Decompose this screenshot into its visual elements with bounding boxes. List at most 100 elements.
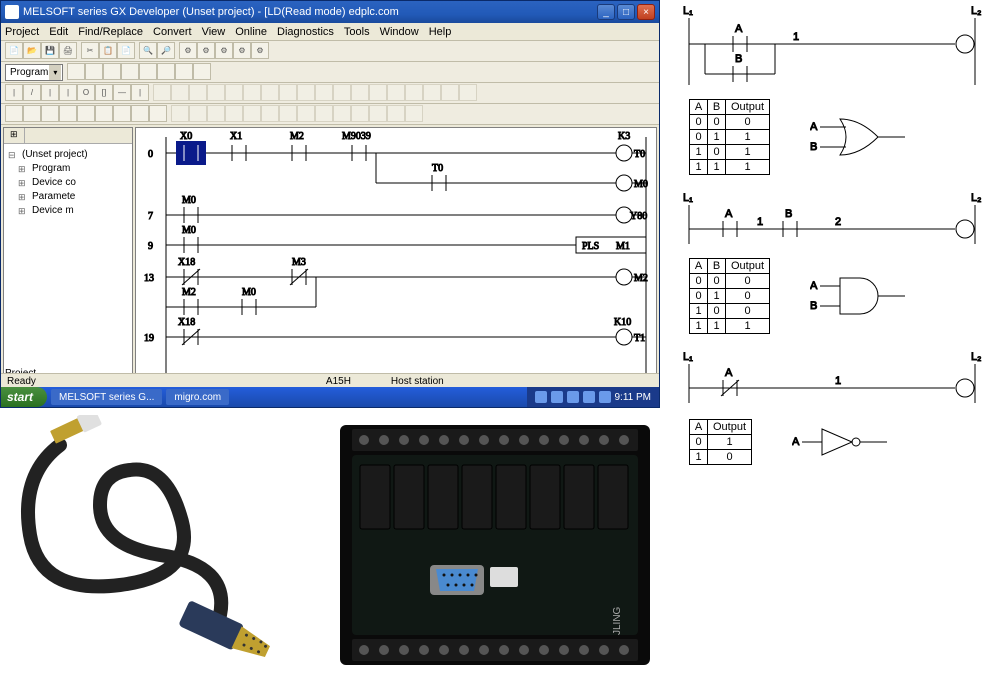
menu-edit[interactable]: Edit [49, 26, 68, 38]
toolbar-btn[interactable]: 🖨 [59, 42, 77, 59]
system-tray[interactable]: 9:11 PM [527, 387, 660, 407]
tree-item[interactable]: Device co [18, 176, 128, 190]
svg-text:L₂: L₂ [971, 192, 981, 204]
toolbar-btn[interactable]: ⚙ [251, 42, 269, 59]
toolbar-btn [261, 84, 279, 101]
svg-text:L₁: L₁ [683, 5, 693, 17]
taskbar-item[interactable]: MELSOFT series G... [51, 389, 162, 405]
tree-item[interactable]: Device m [18, 204, 128, 218]
ladder-editor[interactable]: 0 X0 X1 M2 M9039 K3 T0 [135, 127, 657, 387]
toolbar-btn [441, 84, 459, 101]
toolbar-btn[interactable] [23, 105, 41, 122]
svg-text:A: A [735, 23, 743, 35]
toolbar-btn[interactable]: 📂 [23, 42, 41, 59]
tree-item[interactable]: Program [18, 162, 128, 176]
close-button[interactable]: × [637, 4, 655, 20]
svg-text:M0: M0 [182, 225, 196, 236]
svg-text:9: 9 [148, 241, 153, 252]
toolbar-btn[interactable] [175, 63, 193, 80]
menu-window[interactable]: Window [380, 26, 419, 38]
toolbar-btn[interactable]: ⚙ [233, 42, 251, 59]
toolbar-btn[interactable] [5, 105, 23, 122]
svg-text:1: 1 [757, 216, 763, 228]
menu-project[interactable]: Project [5, 26, 39, 38]
project-tree[interactable]: ⊞ (Unset project) Program Device co Para… [3, 127, 133, 387]
toolbar-btn[interactable] [121, 63, 139, 80]
toolbar-btn [387, 105, 405, 122]
toolbar-btn[interactable]: ⚙ [179, 42, 197, 59]
tray-icon[interactable] [599, 391, 611, 403]
menu-find[interactable]: Find/Replace [78, 26, 143, 38]
menu-help[interactable]: Help [429, 26, 452, 38]
tray-icon[interactable] [551, 391, 563, 403]
menu-tools[interactable]: Tools [344, 26, 370, 38]
taskbar-item[interactable]: migro.com [166, 389, 229, 405]
menu-convert[interactable]: Convert [153, 26, 192, 38]
toolbar-btn [333, 84, 351, 101]
toolbar-btn[interactable]: — [113, 84, 131, 101]
toolbar-btn[interactable] [95, 105, 113, 122]
toolbar-btn[interactable] [41, 105, 59, 122]
svg-text:T1: T1 [634, 333, 645, 344]
menu-online[interactable]: Online [235, 26, 267, 38]
tree-item[interactable]: Paramete [18, 190, 128, 204]
svg-text:2: 2 [835, 216, 841, 228]
toolbar-btn[interactable]: 💾 [41, 42, 59, 59]
toolbar-btn [225, 84, 243, 101]
svg-text:B: B [810, 300, 817, 312]
toolbar-btn[interactable] [157, 63, 175, 80]
toolbar-btn [279, 105, 297, 122]
toolbar-btn[interactable]: ✂ [81, 42, 99, 59]
svg-text:A: A [725, 367, 733, 379]
tray-icon[interactable] [535, 391, 547, 403]
toolbar-btn[interactable]: | [41, 84, 59, 101]
toolbar-btn[interactable]: 📄 [5, 42, 23, 59]
tray-icon[interactable] [583, 391, 595, 403]
maximize-button[interactable]: □ [617, 4, 635, 20]
toolbar-btn[interactable]: ⚙ [215, 42, 233, 59]
toolbar-4 [1, 104, 659, 125]
toolbar-btn[interactable] [85, 63, 103, 80]
toolbar-btn[interactable] [149, 105, 167, 122]
toolbar-btn[interactable]: O [77, 84, 95, 101]
toolbar-btn[interactable]: 🔍 [139, 42, 157, 59]
tree-tab[interactable]: ⊞ [4, 128, 25, 143]
toolbar-btn[interactable] [67, 63, 85, 80]
toolbar-btn[interactable]: | [59, 84, 77, 101]
toolbar-btn[interactable]: 📋 [99, 42, 117, 59]
ladder-diagram: 0 X0 X1 M2 M9039 K3 T0 [136, 128, 656, 386]
toolbar-btn[interactable] [131, 105, 149, 122]
svg-text:X18: X18 [178, 317, 195, 328]
menubar: Project Edit Find/Replace Convert View O… [1, 23, 659, 41]
titlebar[interactable]: MELSOFT series GX Developer (Unset proje… [1, 1, 659, 23]
toolbar-btn[interactable] [193, 63, 211, 80]
tray-icon[interactable] [567, 391, 579, 403]
menu-view[interactable]: View [202, 26, 226, 38]
toolbar-btn[interactable] [77, 105, 95, 122]
toolbar-btn[interactable] [103, 63, 121, 80]
toolbar-2: Program [1, 62, 659, 83]
tree-root[interactable]: (Unset project) [8, 148, 128, 162]
menu-diagnostics[interactable]: Diagnostics [277, 26, 334, 38]
toolbar-btn[interactable]: [] [95, 84, 113, 101]
toolbar-btn[interactable]: 📄 [117, 42, 135, 59]
toolbar-btn[interactable]: ⚙ [197, 42, 215, 59]
toolbar-btn[interactable] [59, 105, 77, 122]
program-combo[interactable]: Program [5, 64, 63, 81]
toolbar-btn[interactable] [139, 63, 157, 80]
start-button[interactable]: start [1, 387, 47, 407]
toolbar-btn[interactable]: 🔎 [157, 42, 175, 59]
gx-developer-window: MELSOFT series GX Developer (Unset proje… [0, 0, 660, 408]
svg-text:19: 19 [144, 333, 154, 344]
toolbar-btn [369, 84, 387, 101]
svg-text:Y80: Y80 [630, 211, 647, 222]
toolbar-btn [351, 84, 369, 101]
toolbar-btn [423, 84, 441, 101]
toolbar-btn[interactable]: / [23, 84, 41, 101]
and-truth-table: ABOutput 000 010 100 111 [689, 258, 770, 334]
toolbar-btn[interactable] [113, 105, 131, 122]
toolbar-btn[interactable]: | [5, 84, 23, 101]
toolbar-btn[interactable]: | [131, 84, 149, 101]
minimize-button[interactable]: _ [597, 4, 615, 20]
toolbar-btn [243, 84, 261, 101]
